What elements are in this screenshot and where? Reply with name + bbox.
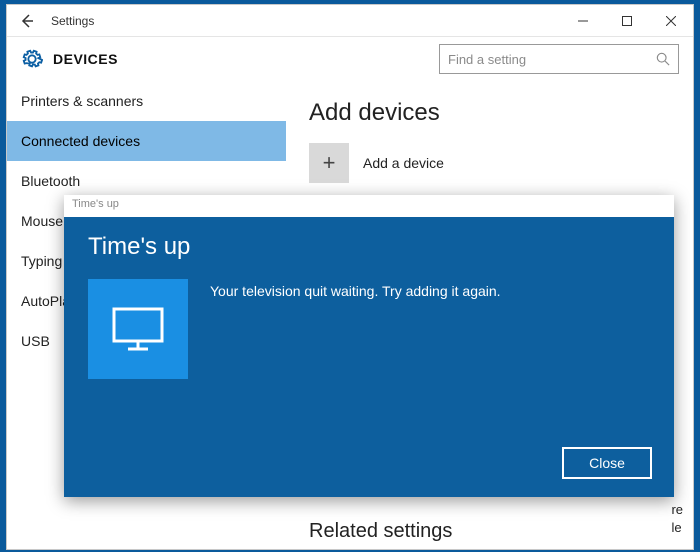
sidebar-item-label: Connected devices	[21, 133, 140, 149]
add-device-label: Add a device	[363, 155, 444, 171]
window-controls	[561, 5, 693, 37]
search-input[interactable]	[448, 52, 656, 67]
sidebar-item-label: Typing	[21, 253, 62, 269]
main-heading: Add devices	[309, 99, 671, 127]
dialog-body: Time's up Your television quit waiting. …	[64, 217, 674, 497]
sidebar-item-connected-devices[interactable]: Connected devices	[7, 121, 286, 161]
sidebar-item-label: Bluetooth	[21, 173, 80, 189]
page-heading: DEVICES	[53, 51, 118, 67]
sidebar-item-label: USB	[21, 333, 50, 349]
dialog-titlebar: Time's up	[64, 195, 674, 217]
maximize-button[interactable]	[605, 5, 649, 37]
dialog-close-button[interactable]: Close	[562, 447, 652, 479]
tv-icon	[88, 279, 188, 379]
plus-icon: +	[309, 143, 349, 183]
sidebar-item-label: Printers & scanners	[21, 93, 143, 109]
close-button-label: Close	[589, 455, 625, 471]
minimize-icon	[578, 16, 588, 26]
back-button[interactable]	[7, 5, 47, 37]
dialog-actions: Close	[562, 447, 652, 479]
timeout-dialog: Time's up Time's up Your television quit…	[64, 195, 674, 497]
partial-obscured-text: re le	[671, 501, 683, 537]
titlebar: Settings	[7, 5, 693, 37]
dialog-content-row: Your television quit waiting. Try adding…	[88, 279, 650, 379]
arrow-left-icon	[19, 13, 35, 29]
search-icon	[656, 52, 670, 66]
minimize-button[interactable]	[561, 5, 605, 37]
page-header: DEVICES	[7, 37, 693, 81]
dialog-heading: Time's up	[88, 233, 650, 261]
search-box[interactable]	[439, 44, 679, 74]
gear-icon	[21, 48, 43, 70]
sidebar-item-printers[interactable]: Printers & scanners	[7, 81, 286, 121]
close-icon	[666, 16, 676, 26]
close-window-button[interactable]	[649, 5, 693, 37]
dialog-message: Your television quit waiting. Try adding…	[210, 279, 501, 299]
related-heading: Related settings	[309, 520, 452, 543]
window-title: Settings	[47, 14, 561, 28]
add-device-row[interactable]: + Add a device	[309, 143, 671, 183]
maximize-icon	[622, 16, 632, 26]
